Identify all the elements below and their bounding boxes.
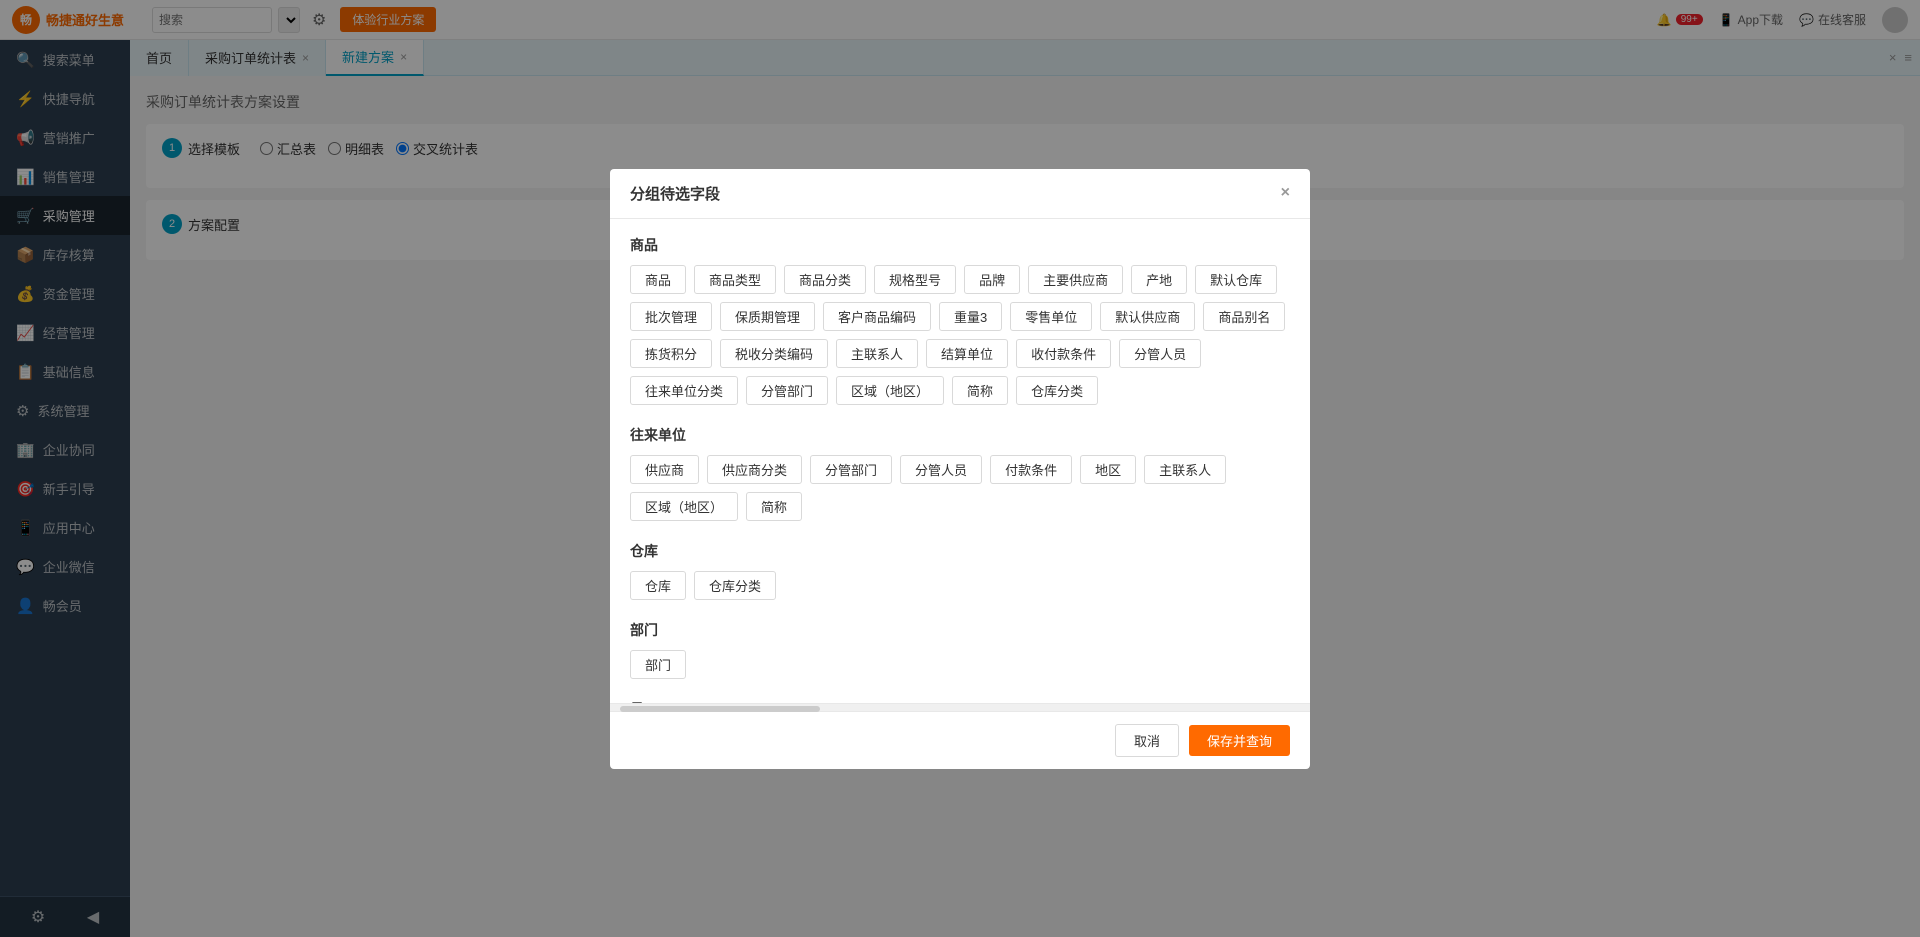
counterpart-chips: 供应商 供应商分类 分管部门 分管人员 付款条件 地区 主联系人 区域（地区） … [630, 455, 1290, 521]
dialog-hscroll[interactable] [610, 703, 1310, 710]
chip-cp-0[interactable]: 供应商 [630, 455, 699, 484]
field-group-department-title: 部门 [630, 620, 1290, 640]
chip-goods-15[interactable]: 拣货积分 [630, 339, 712, 368]
chip-goods-8[interactable]: 批次管理 [630, 302, 712, 331]
chip-cp-7[interactable]: 区域（地区） [630, 492, 738, 521]
field-group-counterpart: 往来单位 供应商 供应商分类 分管部门 分管人员 付款条件 地区 主联系人 区域… [630, 425, 1290, 521]
chip-goods-5[interactable]: 主要供应商 [1028, 265, 1123, 294]
chip-wh-1[interactable]: 仓库分类 [694, 571, 776, 600]
chip-goods-11[interactable]: 重量3 [939, 302, 1002, 331]
chip-cp-4[interactable]: 付款条件 [990, 455, 1072, 484]
chip-goods-10[interactable]: 客户商品编码 [823, 302, 931, 331]
chip-goods-23[interactable]: 区域（地区） [836, 376, 944, 405]
chip-goods-9[interactable]: 保质期管理 [720, 302, 815, 331]
goods-chips: 商品 商品类型 商品分类 规格型号 品牌 主要供应商 产地 默认仓库 批次管理 … [630, 265, 1290, 405]
dialog-footer: 取消 保存并查询 [610, 711, 1310, 769]
chip-goods-6[interactable]: 产地 [1131, 265, 1187, 294]
chip-goods-1[interactable]: 商品类型 [694, 265, 776, 294]
chip-goods-14[interactable]: 商品别名 [1203, 302, 1285, 331]
chip-goods-12[interactable]: 零售单位 [1010, 302, 1092, 331]
field-group-goods: 商品 商品 商品类型 商品分类 规格型号 品牌 主要供应商 产地 默认仓库 批次… [630, 235, 1290, 405]
chip-goods-19[interactable]: 收付款条件 [1016, 339, 1111, 368]
chip-goods-21[interactable]: 往来单位分类 [630, 376, 738, 405]
chip-goods-4[interactable]: 品牌 [964, 265, 1020, 294]
save-query-button[interactable]: 保存并查询 [1189, 725, 1290, 756]
dialog-header: 分组待选字段 × [610, 169, 1310, 219]
chip-cp-6[interactable]: 主联系人 [1144, 455, 1226, 484]
chip-goods-0[interactable]: 商品 [630, 265, 686, 294]
dialog-close-btn[interactable]: × [1281, 184, 1290, 202]
field-group-warehouse: 仓库 仓库 仓库分类 [630, 541, 1290, 600]
chip-cp-5[interactable]: 地区 [1080, 455, 1136, 484]
dialog-overlay: 分组待选字段 × 商品 商品 商品类型 商品分类 规格型号 品牌 主要供应商 产… [0, 0, 1920, 937]
field-group-warehouse-title: 仓库 [630, 541, 1290, 561]
chip-goods-7[interactable]: 默认仓库 [1195, 265, 1277, 294]
field-group-goods-title: 商品 [630, 235, 1290, 255]
chip-goods-20[interactable]: 分管人员 [1119, 339, 1201, 368]
department-chips: 部门 [630, 650, 1290, 679]
chip-goods-18[interactable]: 结算单位 [926, 339, 1008, 368]
chip-goods-24[interactable]: 简称 [952, 376, 1008, 405]
warehouse-chips: 仓库 仓库分类 [630, 571, 1290, 600]
chip-dept-0[interactable]: 部门 [630, 650, 686, 679]
chip-goods-2[interactable]: 商品分类 [784, 265, 866, 294]
chip-cp-2[interactable]: 分管部门 [810, 455, 892, 484]
chip-cp-1[interactable]: 供应商分类 [707, 455, 802, 484]
chip-goods-16[interactable]: 税收分类编码 [720, 339, 828, 368]
dialog: 分组待选字段 × 商品 商品 商品类型 商品分类 规格型号 品牌 主要供应商 产… [610, 169, 1310, 769]
chip-cp-8[interactable]: 简称 [746, 492, 802, 521]
chip-goods-25[interactable]: 仓库分类 [1016, 376, 1098, 405]
chip-goods-17[interactable]: 主联系人 [836, 339, 918, 368]
chip-goods-13[interactable]: 默认供应商 [1100, 302, 1195, 331]
dialog-hscroll-thumb [620, 706, 820, 712]
dialog-title: 分组待选字段 [630, 183, 720, 204]
field-group-department: 部门 部门 [630, 620, 1290, 679]
chip-goods-22[interactable]: 分管部门 [746, 376, 828, 405]
chip-wh-0[interactable]: 仓库 [630, 571, 686, 600]
chip-goods-3[interactable]: 规格型号 [874, 265, 956, 294]
field-group-counterpart-title: 往来单位 [630, 425, 1290, 445]
chip-cp-3[interactable]: 分管人员 [900, 455, 982, 484]
dialog-body: 商品 商品 商品类型 商品分类 规格型号 品牌 主要供应商 产地 默认仓库 批次… [610, 219, 1310, 704]
cancel-button[interactable]: 取消 [1115, 724, 1179, 757]
